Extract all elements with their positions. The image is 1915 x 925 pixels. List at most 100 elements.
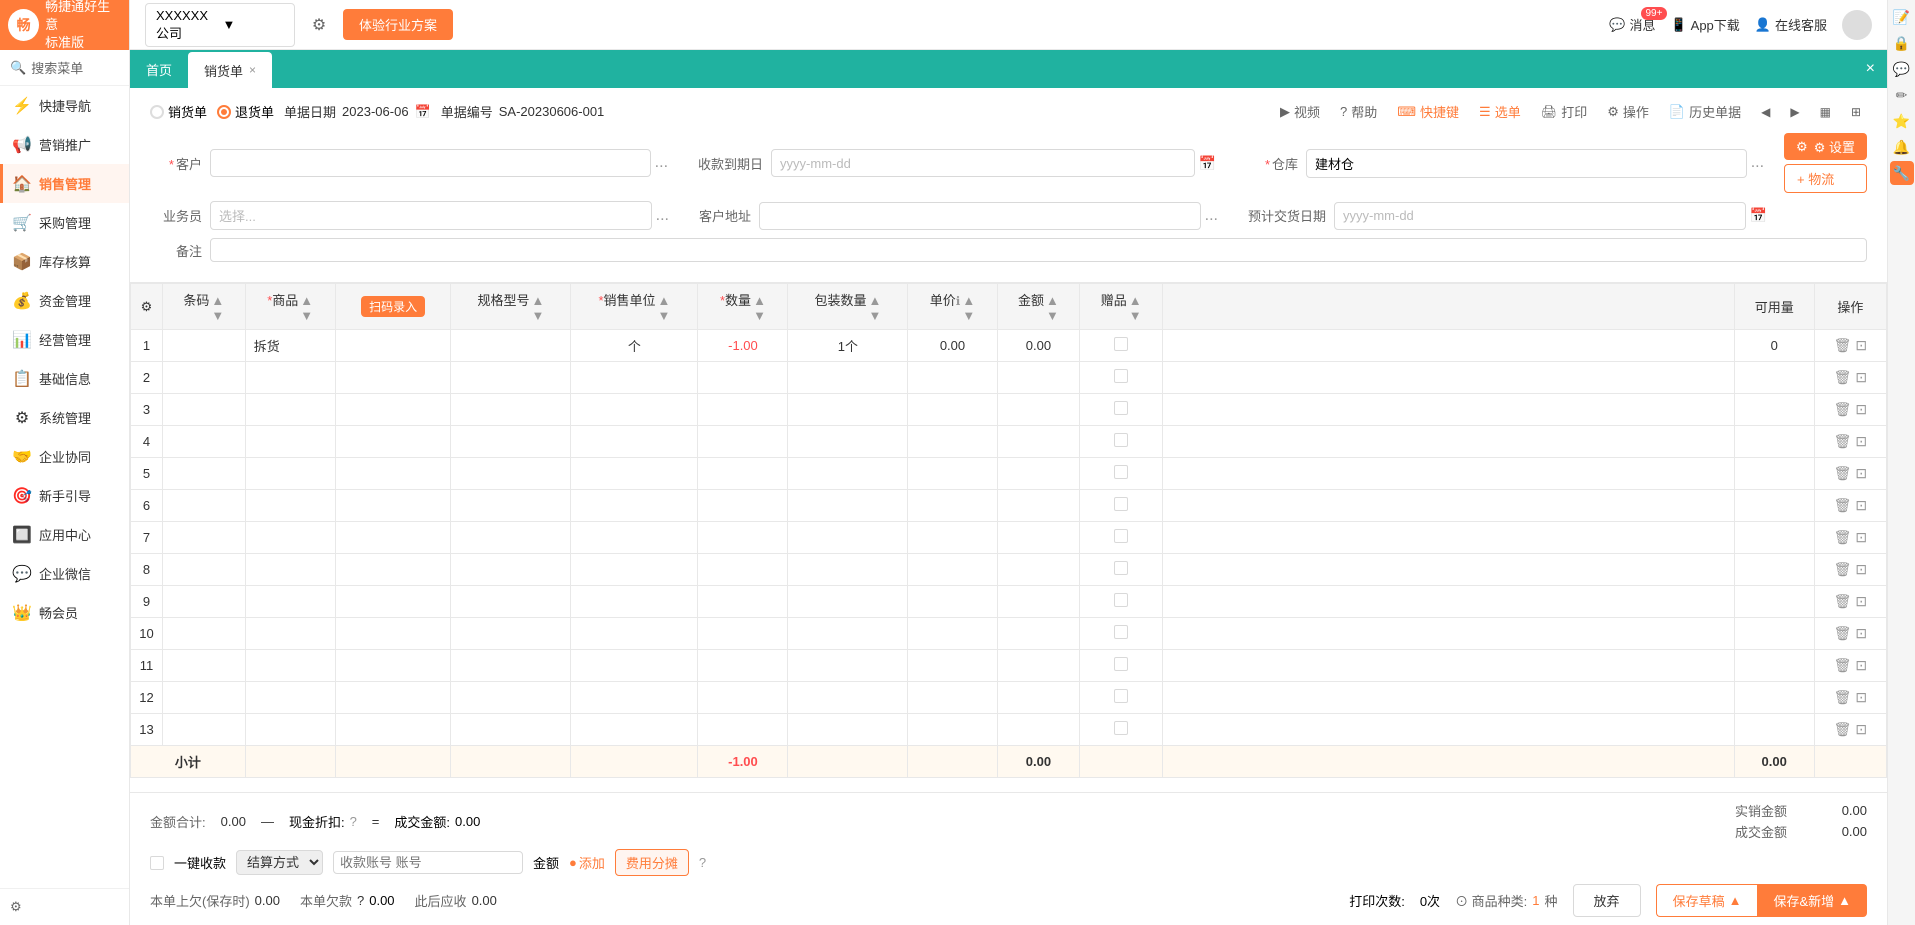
expected-date-calendar[interactable]: 📅 [1750, 207, 1767, 224]
payment-checkbox[interactable] [150, 856, 164, 870]
expected-date-input[interactable]: yyyy-mm-dd [1334, 202, 1746, 230]
gift-checkbox-5[interactable] [1114, 497, 1128, 511]
message-btn[interactable]: 💬 消息 99+ [1609, 15, 1655, 34]
sidebar-item-enterprise[interactable]: 🤝 企业协同 [0, 437, 129, 476]
delete-icon-6[interactable]: 🗑 [1834, 529, 1852, 546]
account-input[interactable] [333, 851, 523, 874]
delete-icon-12[interactable]: 🗑 [1834, 721, 1852, 738]
radio-return[interactable]: 退货单 [217, 102, 274, 121]
payment-method-select[interactable]: 结算方式 [236, 850, 323, 875]
delete-icon-2[interactable]: 🗑 [1834, 401, 1852, 418]
customer-addr-input[interactable] [759, 202, 1201, 230]
sidebar-item-quick-nav[interactable]: ⚡ 快捷导航 [0, 86, 129, 125]
print-btn[interactable]: 🖨 打印 [1535, 100, 1594, 123]
sidebar-item-sales[interactable]: 🏠 销售管理 [0, 164, 129, 203]
sidebar-item-inventory[interactable]: 📦 库存核算 [0, 242, 129, 281]
discount-help-icon[interactable]: ? [350, 814, 357, 829]
add-payment-btn[interactable]: ● 添加 [569, 853, 605, 872]
gift-checkbox-7[interactable] [1114, 561, 1128, 575]
delete-icon-3[interactable]: 🗑 [1834, 433, 1852, 450]
delete-icon-9[interactable]: 🗑 [1834, 625, 1852, 642]
save-draft-btn[interactable]: 保存草稿 ▲ [1656, 884, 1758, 917]
right-panel-lock[interactable]: 🔒 [1890, 31, 1914, 55]
trial-btn[interactable]: 体验行业方案 [343, 9, 453, 40]
sidebar-item-app-center[interactable]: 🔲 应用中心 [0, 515, 129, 554]
copy-icon-8[interactable]: ⊡ [1855, 593, 1867, 610]
tab-home[interactable]: 首页 [130, 50, 188, 88]
nav-prev-btn[interactable]: ◀ [1755, 103, 1776, 121]
warehouse-input[interactable]: 建材仓 [1306, 149, 1747, 178]
right-panel-orange[interactable]: 🔧 [1890, 161, 1914, 185]
gift-checkbox-8[interactable] [1114, 593, 1128, 607]
gift-checkbox-1[interactable] [1114, 369, 1128, 383]
copy-icon-9[interactable]: ⊡ [1855, 625, 1867, 642]
copy-icon-7[interactable]: ⊡ [1855, 561, 1867, 578]
right-panel-edit[interactable]: ✏ [1890, 83, 1914, 107]
help-btn[interactable]: ? 帮助 [1334, 100, 1383, 123]
gift-checkbox-2[interactable] [1114, 401, 1128, 415]
gift-checkbox-10[interactable] [1114, 657, 1128, 671]
grid-view-btn[interactable]: ▦ [1814, 103, 1837, 121]
copy-icon-0[interactable]: ⊡ [1855, 337, 1867, 354]
sidebar-search[interactable]: 🔍 搜索菜单 [0, 50, 129, 86]
delete-icon-8[interactable]: 🗑 [1834, 593, 1852, 610]
tab-close-icon[interactable]: × [249, 63, 256, 77]
customer-input[interactable] [210, 149, 651, 177]
gift-checkbox-12[interactable] [1114, 721, 1128, 735]
copy-icon-2[interactable]: ⊡ [1855, 401, 1867, 418]
copy-icon-6[interactable]: ⊡ [1855, 529, 1867, 546]
stat-owed-help[interactable]: ? [357, 893, 364, 908]
scan-btn[interactable]: 扫码录入 [361, 296, 425, 317]
customer-addr-dots[interactable]: ... [1205, 207, 1218, 225]
copy-icon-10[interactable]: ⊡ [1855, 657, 1867, 674]
grid2-view-btn[interactable]: ⊞ [1845, 103, 1867, 121]
col-settings[interactable]: ⚙ [131, 284, 163, 330]
copy-icon-3[interactable]: ⊡ [1855, 433, 1867, 450]
settings-btn[interactable]: ⚙ ⚙ 设置 [1784, 133, 1867, 160]
fee-help-icon[interactable]: ? [699, 855, 706, 870]
logistics-btn[interactable]: + 物流 [1784, 164, 1867, 193]
salesperson-input[interactable]: 选择... [210, 201, 652, 230]
delete-icon-11[interactable]: 🗑 [1834, 689, 1852, 706]
gift-checkbox-0[interactable] [1114, 337, 1128, 351]
save-new-btn[interactable]: 保存&新增 ▲ [1757, 884, 1867, 917]
note-input[interactable] [210, 238, 1867, 262]
sidebar-item-wechat[interactable]: 💬 企业微信 [0, 554, 129, 593]
copy-icon-4[interactable]: ⊡ [1855, 465, 1867, 482]
sidebar-item-guide[interactable]: 🎯 新手引导 [0, 476, 129, 515]
right-panel-star[interactable]: ⭐ [1890, 109, 1914, 133]
right-panel-bell[interactable]: 🔔 [1890, 135, 1914, 159]
nav-next-btn[interactable]: ▶ [1784, 103, 1805, 121]
sidebar-item-system[interactable]: ⚙ 系统管理 [0, 398, 129, 437]
delete-icon-1[interactable]: 🗑 [1834, 369, 1852, 386]
customer-dots[interactable]: ... [655, 154, 668, 172]
sidebar-item-operations[interactable]: 📊 经营管理 [0, 320, 129, 359]
close-all-tabs-btn[interactable]: × [1854, 60, 1887, 78]
tab-sales-order[interactable]: 销货单 × [188, 52, 272, 88]
sidebar-item-marketing[interactable]: 📢 营销推广 [0, 125, 129, 164]
video-btn[interactable]: ▶ 视频 [1274, 100, 1326, 123]
salesperson-dots[interactable]: ... [656, 207, 669, 225]
copy-icon-1[interactable]: ⊡ [1855, 369, 1867, 386]
gift-checkbox-6[interactable] [1114, 529, 1128, 543]
copy-icon-5[interactable]: ⊡ [1855, 497, 1867, 514]
user-avatar[interactable] [1842, 10, 1872, 40]
sidebar-item-finance[interactable]: 💰 资金管理 [0, 281, 129, 320]
history-btn[interactable]: 📄 历史单据 [1663, 100, 1747, 123]
select-btn[interactable]: ☰ 选单 [1473, 100, 1527, 123]
payment-due-input[interactable]: yyyy-mm-dd [771, 149, 1195, 177]
copy-icon-11[interactable]: ⊡ [1855, 689, 1867, 706]
sidebar-settings[interactable]: ⚙ [0, 889, 129, 925]
sidebar-item-purchase[interactable]: 🛒 采购管理 [0, 203, 129, 242]
gift-checkbox-4[interactable] [1114, 465, 1128, 479]
right-panel-note[interactable]: 📝 [1890, 5, 1914, 29]
copy-icon-12[interactable]: ⊡ [1855, 721, 1867, 738]
online-service-btn[interactable]: 👤 在线客服 [1755, 15, 1827, 34]
warehouse-dots[interactable]: ... [1751, 154, 1764, 172]
radio-sales[interactable]: 销货单 [150, 102, 207, 121]
calendar-icon[interactable]: 📅 [415, 104, 431, 120]
discard-btn[interactable]: 放弃 [1573, 884, 1641, 917]
sidebar-item-basic[interactable]: 📋 基础信息 [0, 359, 129, 398]
topbar-settings-btn[interactable]: ⚙ [305, 11, 333, 39]
shortcut-btn[interactable]: ⌨ 快捷键 [1391, 100, 1465, 123]
